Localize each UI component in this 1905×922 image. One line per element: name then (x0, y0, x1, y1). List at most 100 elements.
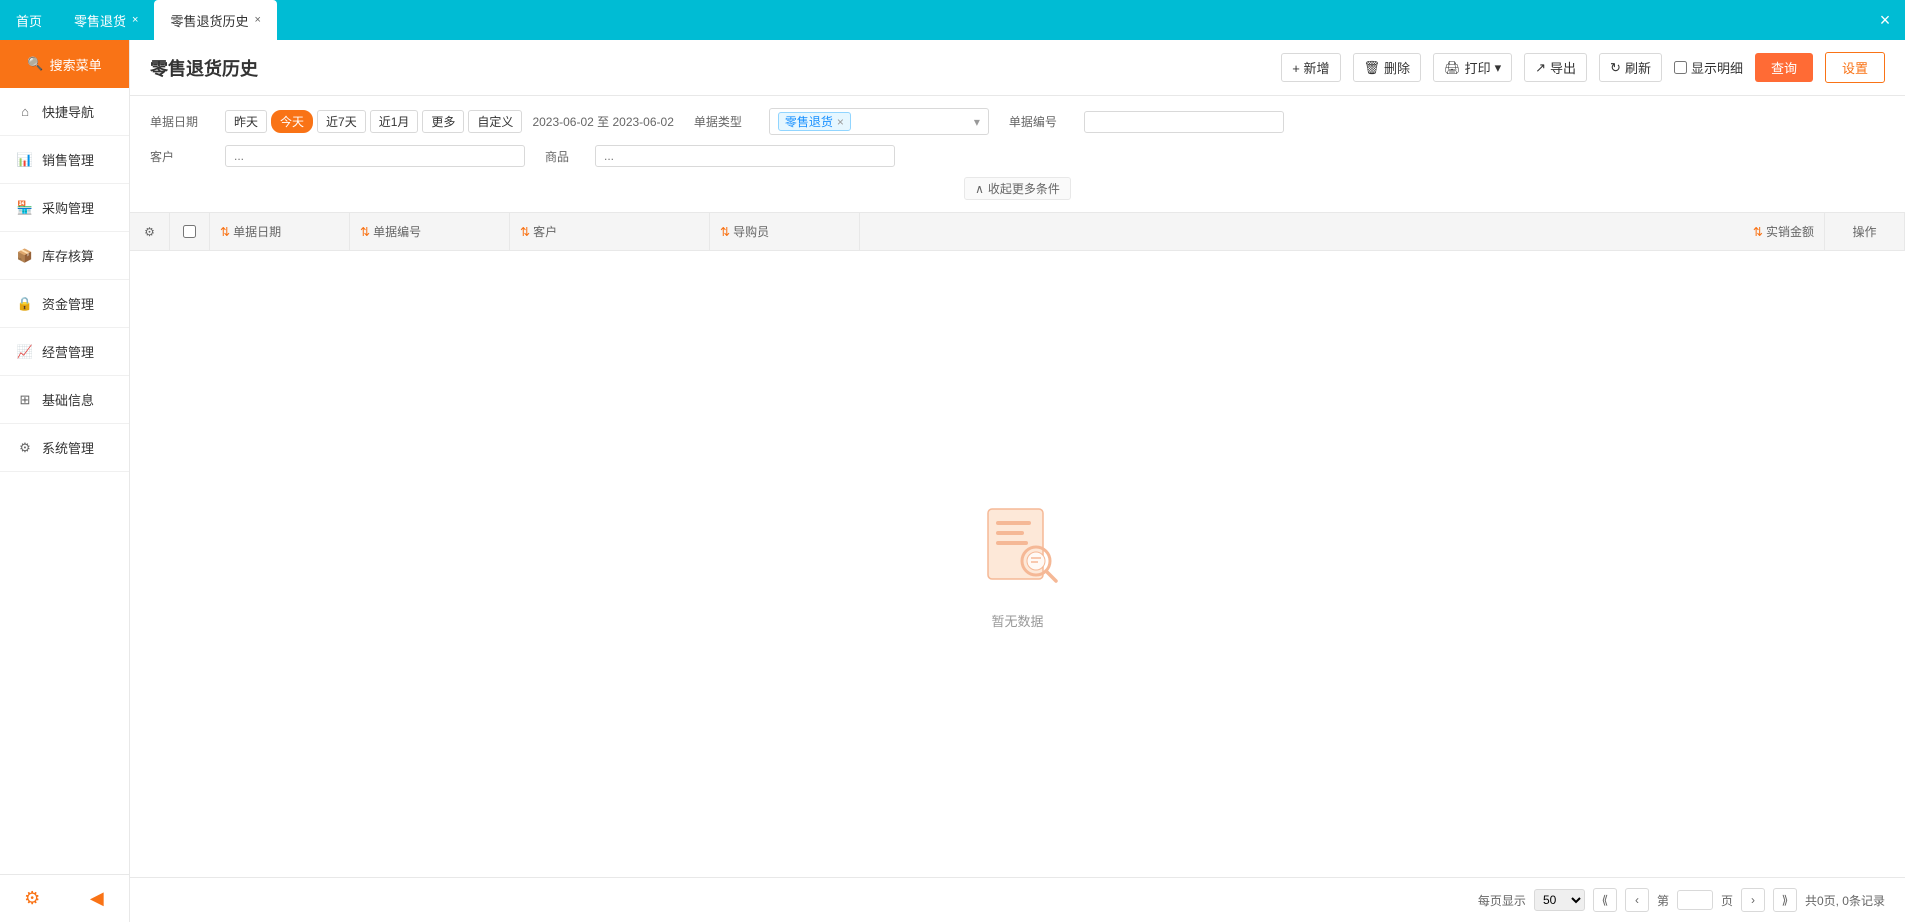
sidebar-item-basic-info[interactable]: ⊞ 基础信息 (0, 376, 129, 424)
date-yesterday[interactable]: 昨天 (225, 110, 267, 133)
goods-filter-input[interactable] (595, 145, 895, 167)
type-filter-select[interactable]: 零售退货 × ▾ (769, 108, 989, 135)
sidebar-item-system[interactable]: ⚙ 系统管理 (0, 424, 129, 472)
export-button[interactable]: ↗ 导出 (1524, 53, 1587, 82)
guide-sort-icon: ⇅ (720, 225, 730, 239)
top-bar: 首页 零售退货 × 零售退货历史 × × (0, 0, 1905, 40)
page-unit: 页 (1721, 892, 1733, 909)
date-sort-icon: ⇅ (220, 225, 230, 239)
new-button[interactable]: + 新增 (1281, 53, 1340, 82)
grid-icon: ⊞ (16, 391, 34, 409)
th-number: ⇅ 单据编号 (350, 213, 510, 250)
number-filter-label: 单据编号 (1009, 113, 1064, 130)
home-icon: ⌂ (16, 103, 34, 121)
sidebar-search[interactable]: 🔍 搜索菜单 (0, 40, 129, 88)
page-label: 第 (1657, 892, 1669, 909)
per-page-label: 每页显示 (1478, 892, 1526, 909)
date-1month[interactable]: 近1月 (370, 110, 419, 133)
sidebar-item-label: 销售管理 (42, 150, 94, 169)
type-dropdown-icon: ▾ (974, 115, 980, 129)
number-filter-input[interactable] (1084, 111, 1284, 133)
delete-icon: 🗑 (1364, 60, 1381, 76)
date-today[interactable]: 今天 (271, 110, 313, 133)
sidebar-item-home[interactable]: ⌂ 快捷导航 (0, 88, 129, 136)
th-amount: ⇅ 实销金额 (860, 213, 1825, 250)
box-icon: 📦 (16, 247, 34, 265)
gear-icon: ⚙ (16, 439, 34, 457)
sidebar-volume-button[interactable]: ◀ (65, 875, 130, 922)
header-actions: + 新增 🗑 删除 🖨 打印 ▾ ↗ 导出 ↻ 刷新 (1281, 52, 1885, 83)
last-page-button[interactable]: ⟫ (1773, 888, 1797, 912)
sidebar-item-label: 经营管理 (42, 342, 94, 361)
customer-filter-input[interactable] (225, 145, 525, 167)
tab-list: 首页 零售退货 × 零售退货历史 × (0, 0, 1865, 40)
sidebar-item-purchase[interactable]: 🏪 采购管理 (0, 184, 129, 232)
type-tag: 零售退货 × (778, 112, 851, 131)
date-7days[interactable]: 近7天 (317, 110, 366, 133)
filter-row-1: 单据日期 昨天 今天 近7天 近1月 更多 自定义 2023-06-02 至 2… (150, 108, 1885, 135)
date-range-display: 2023-06-02 至 2023-06-02 (532, 113, 673, 130)
per-page-select[interactable]: 10 20 50 100 (1534, 889, 1585, 911)
print-icon: 🖨 (1444, 60, 1461, 76)
date-custom[interactable]: 自定义 (468, 110, 522, 133)
date-more[interactable]: 更多 (422, 110, 464, 133)
filter-area: 单据日期 昨天 今天 近7天 近1月 更多 自定义 2023-06-02 至 2… (130, 96, 1905, 213)
sidebar-item-operations[interactable]: 📈 经营管理 (0, 328, 129, 376)
sidebar-item-label: 基础信息 (42, 390, 94, 409)
lock-icon: 🔒 (16, 295, 34, 313)
th-customer: ⇅ 客户 (510, 213, 710, 250)
table-header: ⚙ ⇅ 单据日期 ⇅ 单据编号 ⇅ 客户 ⇅ (130, 213, 1905, 251)
chart-icon: 📊 (16, 151, 34, 169)
collapse-button[interactable]: ∧ 收起更多条件 (964, 177, 1071, 200)
date-filter-label: 单据日期 (150, 113, 205, 130)
setting-button[interactable]: 设置 (1825, 52, 1885, 83)
th-date: ⇅ 单据日期 (210, 213, 350, 250)
th-action: 操作 (1825, 213, 1905, 250)
collapse-icon: ∧ (975, 182, 984, 196)
total-text: 共0页, 0条记录 (1805, 892, 1885, 909)
print-button[interactable]: 🖨 打印 ▾ (1433, 53, 1512, 82)
type-tag-close[interactable]: × (837, 115, 844, 129)
tab-retail-return-close[interactable]: × (132, 14, 138, 26)
tab-home[interactable]: 首页 (0, 0, 58, 40)
tab-retail-return[interactable]: 零售退货 × (58, 0, 154, 40)
sidebar-item-sales[interactable]: 📊 销售管理 (0, 136, 129, 184)
shop-icon: 🏪 (16, 199, 34, 217)
sidebar-settings-button[interactable]: ⚙ (0, 875, 65, 922)
th-guide: ⇅ 导购员 (710, 213, 860, 250)
sidebar-item-finance[interactable]: 🔒 资金管理 (0, 280, 129, 328)
empty-state: 暂无数据 (130, 251, 1905, 877)
empty-icon (968, 499, 1068, 599)
date-options: 昨天 今天 近7天 近1月 更多 自定义 2023-06-02 至 2023-0… (225, 110, 674, 133)
customer-filter-label: 客户 (150, 148, 205, 165)
tab-retail-return-history-close[interactable]: × (254, 14, 260, 26)
page-input[interactable]: 1 (1677, 890, 1713, 910)
select-all-checkbox[interactable] (183, 225, 196, 238)
export-icon: ↗ (1535, 60, 1546, 76)
stats-icon: 📈 (16, 343, 34, 361)
display-detail-checkbox[interactable] (1674, 61, 1687, 74)
sidebar-search-label: 搜索菜单 (50, 55, 102, 74)
print-dropdown-icon: ▾ (1495, 60, 1502, 76)
tab-retail-return-history[interactable]: 零售退货历史 × (154, 0, 276, 40)
search-icon: 🔍 (27, 56, 43, 72)
goods-filter-label: 商品 (545, 148, 575, 165)
first-page-button[interactable]: ⟪ (1593, 888, 1617, 912)
sidebar-item-label: 采购管理 (42, 198, 94, 217)
type-filter-label: 单据类型 (694, 113, 749, 130)
next-page-button[interactable]: › (1741, 888, 1765, 912)
page-title: 零售退货历史 (150, 55, 258, 81)
th-settings[interactable]: ⚙ (130, 213, 170, 250)
prev-page-button[interactable]: ‹ (1625, 888, 1649, 912)
empty-text: 暂无数据 (991, 611, 1043, 630)
window-close-button[interactable]: × (1865, 0, 1905, 40)
content-area: 零售退货历史 + 新增 🗑 删除 🖨 打印 ▾ ↗ 导出 (130, 40, 1905, 922)
query-button[interactable]: 查询 (1755, 53, 1813, 82)
refresh-icon: ↻ (1610, 60, 1621, 76)
main-layout: 🔍 搜索菜单 ⌂ 快捷导航 📊 销售管理 🏪 采购管理 📦 库存核算 🔒 资金管… (0, 40, 1905, 922)
collapse-row: ∧ 收起更多条件 (150, 177, 1885, 200)
delete-button[interactable]: 🗑 删除 (1353, 53, 1422, 82)
th-checkbox[interactable] (170, 213, 210, 250)
sidebar-item-inventory[interactable]: 📦 库存核算 (0, 232, 129, 280)
refresh-button[interactable]: ↻ 刷新 (1599, 53, 1662, 82)
